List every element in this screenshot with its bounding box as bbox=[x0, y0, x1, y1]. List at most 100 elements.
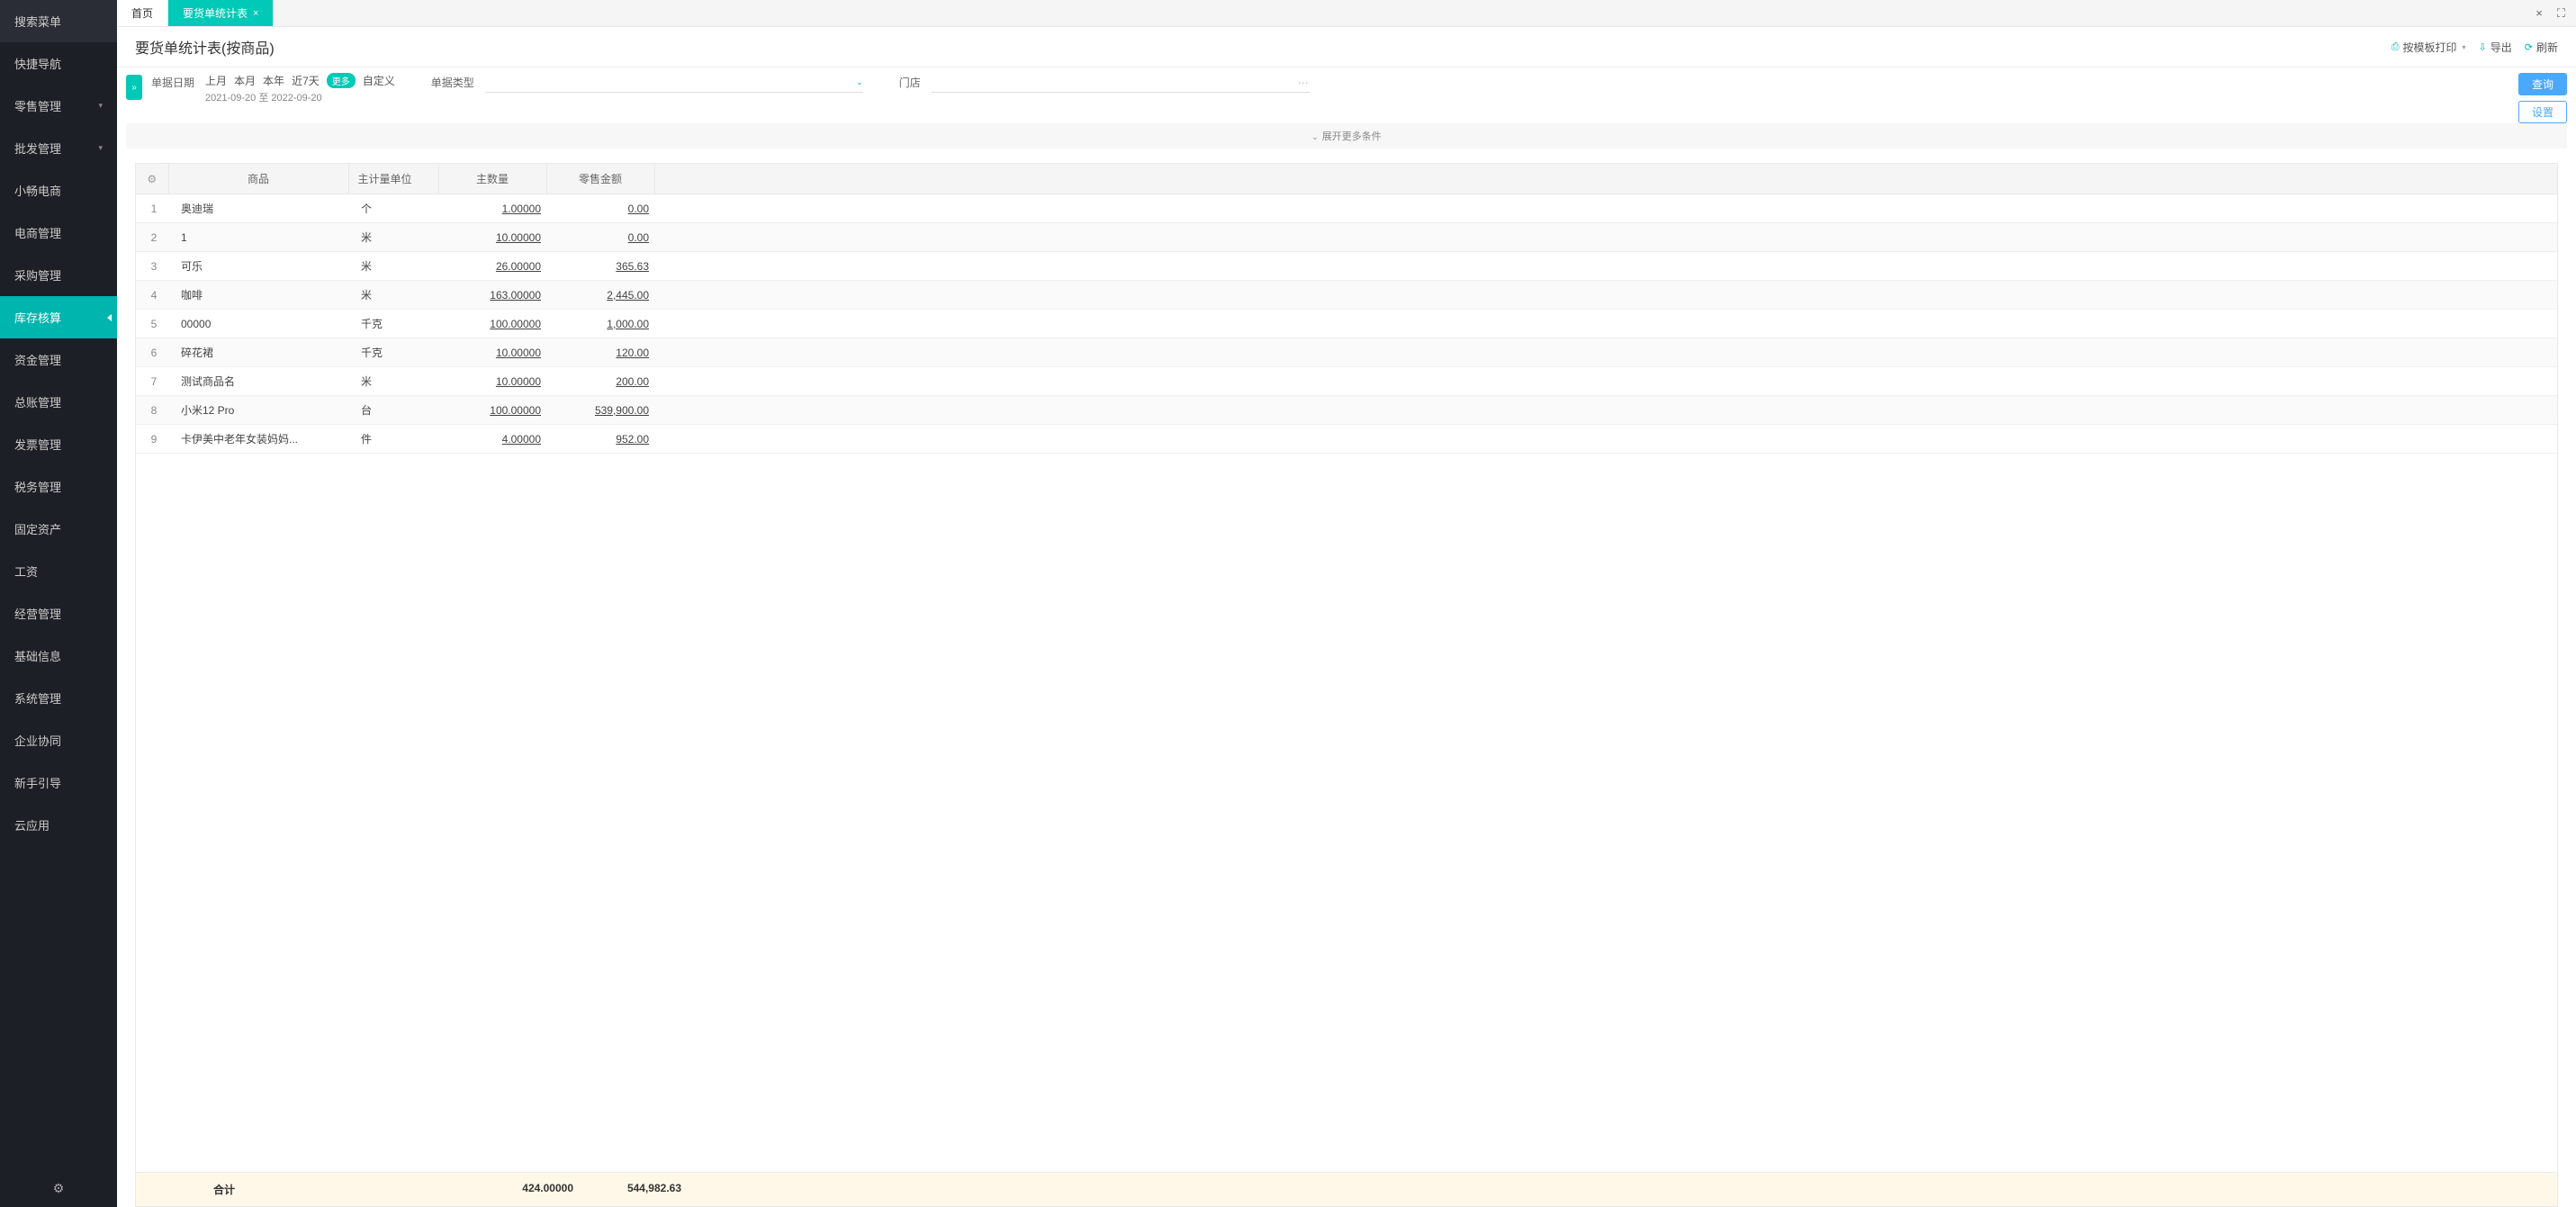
cell-qty[interactable]: 10.00000 bbox=[442, 338, 550, 367]
cell-product: 奥迪瑞 bbox=[172, 194, 352, 223]
cell-amount[interactable]: 2,445.00 bbox=[550, 281, 658, 310]
tab-active[interactable]: 要货单统计表 × bbox=[168, 0, 274, 26]
cell-qty[interactable]: 4.00000 bbox=[442, 425, 550, 454]
sidebar-item-label: 固定资产 bbox=[14, 520, 61, 537]
sidebar-item-label: 经营管理 bbox=[14, 605, 61, 622]
sidebar-item-9[interactable]: 总账管理 bbox=[0, 381, 117, 423]
cell-amount[interactable]: 365.63 bbox=[550, 252, 658, 281]
setting-button[interactable]: 设置 bbox=[2518, 101, 2567, 123]
cell-amount[interactable]: 1,000.00 bbox=[550, 310, 658, 338]
cell-unit: 件 bbox=[352, 425, 442, 454]
cell-qty[interactable]: 163.00000 bbox=[442, 281, 550, 310]
table-row[interactable]: 6碎花裙千克10.00000120.00 bbox=[136, 338, 2557, 367]
sidebar-item-3[interactable]: 批发管理▾ bbox=[0, 127, 117, 169]
cell-blank bbox=[658, 338, 2557, 367]
cell-qty[interactable]: 10.00000 bbox=[442, 367, 550, 396]
cell-qty[interactable]: 100.00000 bbox=[442, 396, 550, 425]
print-by-template-button[interactable]: ⎙ 按模板打印 ▾ bbox=[2391, 40, 2466, 55]
table-row[interactable]: 21米10.000000.00 bbox=[136, 223, 2557, 252]
refresh-button[interactable]: ⟳ 刷新 bbox=[2525, 40, 2558, 55]
col-header-unit[interactable]: 主计量单位 bbox=[348, 164, 438, 194]
col-header-product[interactable]: 商品 bbox=[168, 164, 348, 194]
date-last-month[interactable]: 上月 bbox=[205, 73, 227, 88]
sidebar-item-5[interactable]: 电商管理 bbox=[0, 212, 117, 254]
sidebar-item-label: 库存核算 bbox=[14, 309, 61, 326]
cell-unit: 千克 bbox=[352, 310, 442, 338]
sidebar-item-18[interactable]: 新手引导 bbox=[0, 761, 117, 804]
cell-amount[interactable]: 120.00 bbox=[550, 338, 658, 367]
sidebar-item-label: 基础信息 bbox=[14, 647, 61, 664]
sidebar-item-2[interactable]: 零售管理▾ bbox=[0, 85, 117, 127]
sidebar-item-12[interactable]: 固定资产 bbox=[0, 508, 117, 550]
date-recent7[interactable]: 近7天 bbox=[292, 73, 320, 88]
cell-amount[interactable]: 0.00 bbox=[550, 194, 658, 223]
cell-product: 测试商品名 bbox=[172, 367, 352, 396]
collapse-filter-button[interactable]: » bbox=[126, 75, 142, 100]
cell-qty[interactable]: 1.00000 bbox=[442, 194, 550, 223]
cell-unit: 米 bbox=[352, 281, 442, 310]
export-button[interactable]: ⇩ 导出 bbox=[2479, 40, 2512, 55]
tab-active-label: 要货单统计表 bbox=[183, 5, 248, 21]
table-row[interactable]: 3可乐米26.00000365.63 bbox=[136, 252, 2557, 281]
cell-index: 1 bbox=[136, 194, 172, 223]
sidebar-item-label: 税务管理 bbox=[14, 478, 61, 495]
sidebar-item-10[interactable]: 发票管理 bbox=[0, 423, 117, 465]
table-row[interactable]: 9卡伊美中老年女装妈妈...件4.00000952.00 bbox=[136, 425, 2557, 454]
cell-blank bbox=[658, 367, 2557, 396]
filter-store-label: 门店 bbox=[899, 73, 921, 90]
expand-more-filters[interactable]: ⌄展开更多条件 bbox=[126, 123, 2567, 149]
settings-gear-icon[interactable]: ⚙ bbox=[53, 1181, 65, 1195]
sidebar-item-17[interactable]: 企业协同 bbox=[0, 719, 117, 761]
table-row[interactable]: 7测试商品名米10.00000200.00 bbox=[136, 367, 2557, 396]
sidebar-item-16[interactable]: 系统管理 bbox=[0, 677, 117, 719]
cell-amount[interactable]: 0.00 bbox=[550, 223, 658, 252]
cell-amount[interactable]: 539,900.00 bbox=[550, 396, 658, 425]
refresh-icon: ⟳ bbox=[2525, 41, 2533, 53]
print-icon: ⎙ bbox=[2391, 41, 2400, 53]
sidebar-item-label: 资金管理 bbox=[14, 351, 61, 368]
tab-home[interactable]: 首页 bbox=[117, 0, 168, 26]
table-row[interactable]: 4咖啡米163.000002,445.00 bbox=[136, 281, 2557, 310]
sidebar-item-13[interactable]: 工资 bbox=[0, 550, 117, 592]
table-settings-icon[interactable]: ⚙ bbox=[147, 173, 157, 185]
sidebar-item-11[interactable]: 税务管理 bbox=[0, 465, 117, 508]
sidebar-item-15[interactable]: 基础信息 bbox=[0, 635, 117, 677]
cell-amount[interactable]: 952.00 bbox=[550, 425, 658, 454]
table-total-row: 合计 424.00000 544,982.63 bbox=[136, 1172, 2557, 1206]
sidebar-item-0[interactable]: 搜索菜单 bbox=[0, 0, 117, 42]
doc-type-select[interactable]: ⌄ bbox=[485, 73, 863, 93]
store-select[interactable]: ⋯ bbox=[932, 73, 1310, 93]
close-icon[interactable]: × bbox=[253, 8, 258, 19]
sidebar-item-8[interactable]: 资金管理 bbox=[0, 338, 117, 381]
date-custom[interactable]: 自定义 bbox=[363, 73, 395, 88]
col-header-qty[interactable]: 主数量 bbox=[438, 164, 546, 194]
cell-qty[interactable]: 100.00000 bbox=[442, 310, 550, 338]
query-button[interactable]: 查询 bbox=[2518, 73, 2567, 95]
close-all-icon[interactable]: × bbox=[2532, 5, 2546, 22]
col-header-amount[interactable]: 零售金额 bbox=[546, 164, 654, 194]
cell-amount[interactable]: 200.00 bbox=[550, 367, 658, 396]
sidebar-item-19[interactable]: 云应用 bbox=[0, 804, 117, 846]
sidebar: 搜索菜单快捷导航零售管理▾批发管理▾小畅电商电商管理采购管理库存核算资金管理总账… bbox=[0, 0, 117, 1207]
cell-blank bbox=[658, 223, 2557, 252]
table-row[interactable]: 8小米12 Pro台100.00000539,900.00 bbox=[136, 396, 2557, 425]
cell-qty[interactable]: 26.00000 bbox=[442, 252, 550, 281]
sidebar-item-6[interactable]: 采购管理 bbox=[0, 254, 117, 296]
sidebar-item-7[interactable]: 库存核算 bbox=[0, 296, 117, 338]
export-icon: ⇩ bbox=[2479, 41, 2487, 53]
date-this-month[interactable]: 本月 bbox=[234, 73, 256, 88]
sidebar-item-14[interactable]: 经营管理 bbox=[0, 592, 117, 635]
date-this-year[interactable]: 本年 bbox=[263, 73, 284, 88]
cell-product: 00000 bbox=[172, 310, 352, 338]
col-header-blank bbox=[654, 164, 2557, 194]
sidebar-item-1[interactable]: 快捷导航 bbox=[0, 42, 117, 85]
cell-unit: 米 bbox=[352, 252, 442, 281]
cell-product: 卡伊美中老年女装妈妈... bbox=[172, 425, 352, 454]
fullscreen-icon[interactable]: ⛶ bbox=[2553, 5, 2569, 23]
table-row[interactable]: 1奥迪瑞个1.000000.00 bbox=[136, 194, 2557, 223]
table-row[interactable]: 500000千克100.000001,000.00 bbox=[136, 310, 2557, 338]
sidebar-item-4[interactable]: 小畅电商 bbox=[0, 169, 117, 212]
chevron-down-icon: ▾ bbox=[2463, 43, 2466, 51]
date-more-badge[interactable]: 更多 bbox=[327, 73, 356, 88]
cell-qty[interactable]: 10.00000 bbox=[442, 223, 550, 252]
